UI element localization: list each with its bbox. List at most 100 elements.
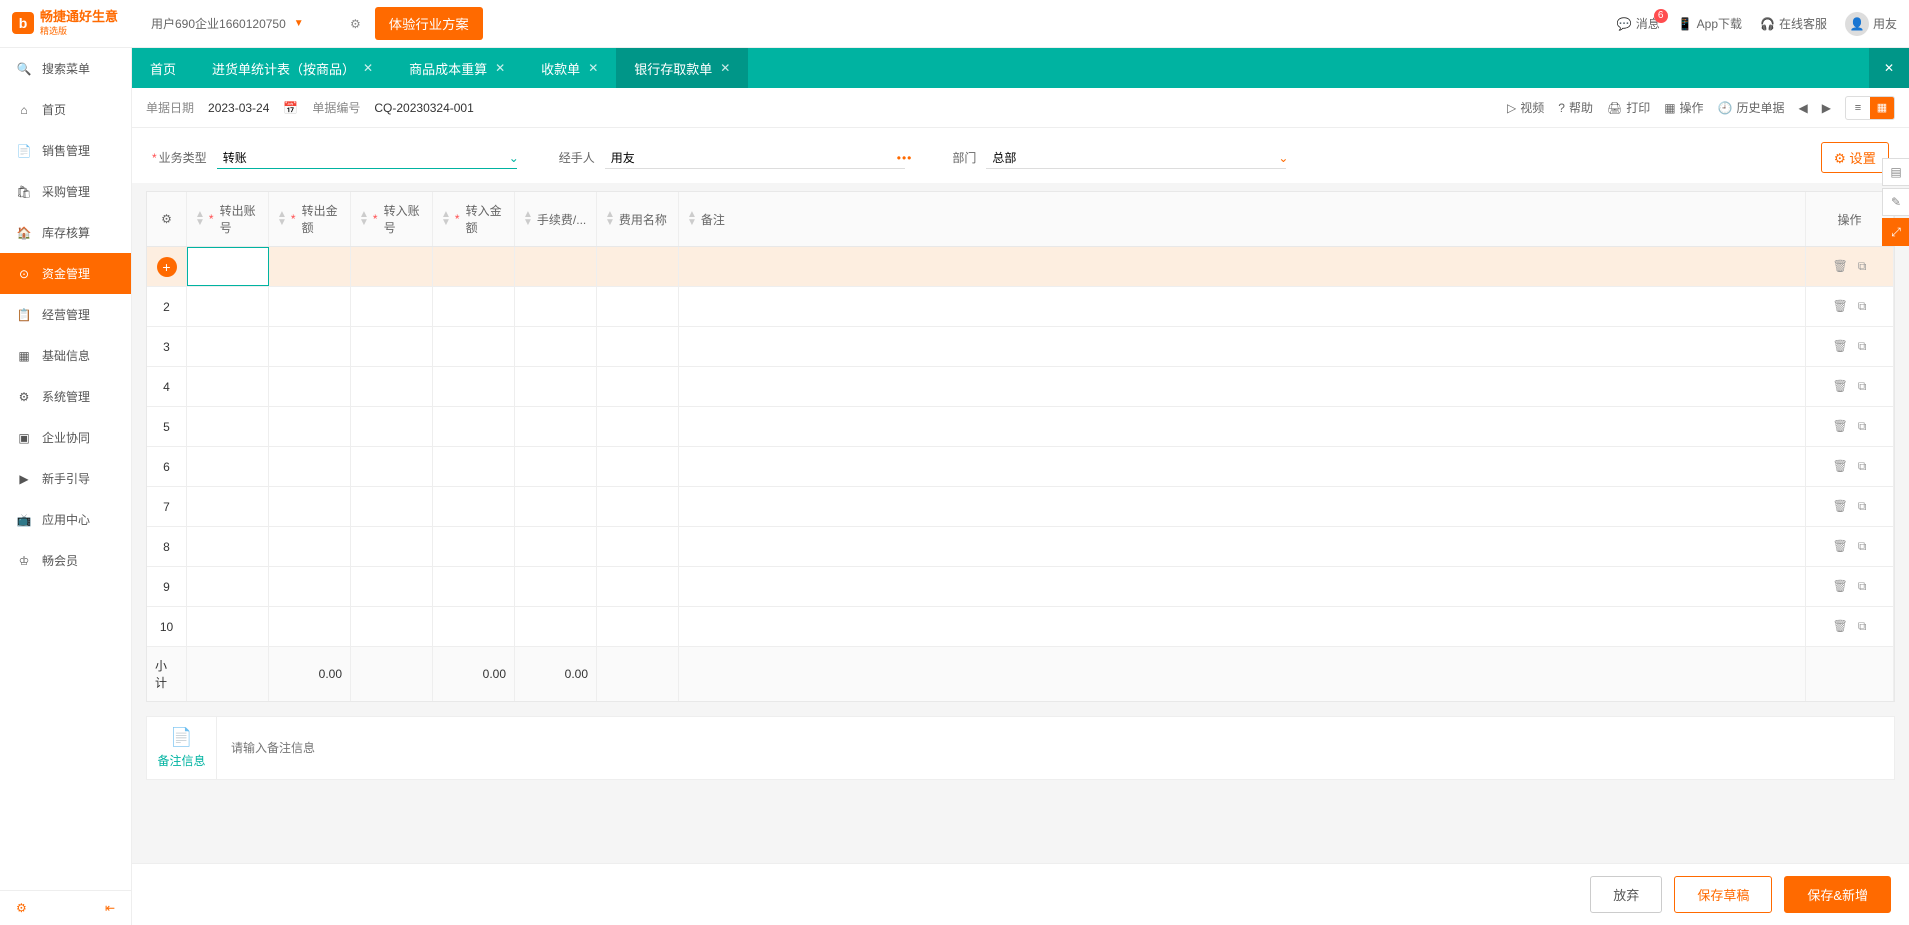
table-cell[interactable] — [433, 367, 515, 406]
sidebar-item-2[interactable]: 📄销售管理 — [0, 130, 131, 171]
table-cell[interactable] — [597, 527, 679, 566]
table-cell[interactable] — [597, 327, 679, 366]
table-cell[interactable] — [433, 407, 515, 446]
table-cell[interactable] — [515, 527, 597, 566]
table-cell[interactable] — [269, 287, 351, 326]
table-cell[interactable] — [187, 567, 269, 606]
industry-plan-button[interactable]: 体验行业方案 — [375, 7, 483, 40]
online-service-button[interactable]: 🎧 在线客服 — [1760, 15, 1827, 32]
copy-icon[interactable]: ⧉ — [1858, 579, 1867, 594]
table-cell[interactable] — [187, 287, 269, 326]
rail-item-2[interactable]: ✎ — [1882, 188, 1909, 216]
column-header-6[interactable]: ▲▼备注 — [679, 192, 1806, 246]
table-cell[interactable] — [351, 327, 433, 366]
column-header-5[interactable]: ▲▼费用名称 — [597, 192, 679, 246]
table-cell[interactable] — [515, 447, 597, 486]
table-cell[interactable] — [187, 447, 269, 486]
table-cell[interactable] — [187, 607, 269, 646]
table-row[interactable]: 4🗑⧉ — [147, 367, 1894, 407]
table-row[interactable]: 6🗑⧉ — [147, 447, 1894, 487]
sidebar-item-6[interactable]: 📋经营管理 — [0, 294, 131, 335]
column-header-3[interactable]: ▲▼*转入金额 — [433, 192, 515, 246]
more-icon[interactable]: ••• — [897, 151, 913, 165]
table-cell[interactable] — [679, 407, 1806, 446]
table-cell[interactable] — [433, 287, 515, 326]
table-cell[interactable] — [351, 527, 433, 566]
table-cell[interactable] — [187, 327, 269, 366]
delete-icon[interactable]: 🗑 — [1833, 299, 1848, 314]
app-download-button[interactable]: 📱 App下载 — [1678, 15, 1742, 32]
table-cell[interactable] — [597, 367, 679, 406]
table-cell[interactable] — [187, 527, 269, 566]
table-cell[interactable] — [351, 607, 433, 646]
column-header-4[interactable]: ▲▼手续费/... — [515, 192, 597, 246]
tab-3[interactable]: 收款单✕ — [523, 48, 616, 88]
table-row[interactable]: 9🗑⧉ — [147, 567, 1894, 607]
table-cell[interactable] — [679, 607, 1806, 646]
table-cell[interactable] — [433, 247, 515, 286]
table-cell[interactable] — [515, 487, 597, 526]
dept-input[interactable] — [986, 146, 1286, 169]
copy-icon[interactable]: ⧉ — [1858, 259, 1867, 274]
column-header-0[interactable]: ▲▼*转出账号 — [187, 192, 269, 246]
sidebar-item-0[interactable]: 🔍搜索菜单 — [0, 48, 131, 89]
delete-icon[interactable]: 🗑 — [1833, 459, 1848, 474]
rail-item-3[interactable]: ⤢ — [1882, 218, 1909, 246]
table-cell[interactable] — [597, 607, 679, 646]
close-icon[interactable]: ✕ — [720, 61, 730, 75]
delete-icon[interactable]: 🗑 — [1833, 499, 1848, 514]
delete-icon[interactable]: 🗑 — [1833, 579, 1848, 594]
table-cell[interactable] — [597, 407, 679, 446]
delete-icon[interactable]: 🗑 — [1833, 379, 1848, 394]
close-all-tabs-button[interactable]: ✕ — [1869, 48, 1909, 88]
table-cell[interactable] — [515, 367, 597, 406]
table-cell[interactable] — [187, 247, 269, 286]
table-cell[interactable] — [515, 247, 597, 286]
copy-icon[interactable]: ⧉ — [1858, 539, 1867, 554]
gear-icon[interactable]: ⚙ — [350, 17, 361, 31]
sidebar-item-3[interactable]: 🛍采购管理 — [0, 171, 131, 212]
delete-icon[interactable]: 🗑 — [1833, 619, 1848, 634]
table-cell[interactable] — [597, 447, 679, 486]
sidebar-item-12[interactable]: ♔畅会员 — [0, 540, 131, 581]
table-cell[interactable] — [433, 447, 515, 486]
chevron-down-icon[interactable]: ⌄ — [509, 151, 519, 165]
tenant-select[interactable]: 用户690企业1660120750 ▼ — [142, 10, 342, 37]
table-cell[interactable] — [269, 447, 351, 486]
table-cell[interactable] — [269, 487, 351, 526]
grid-view-icon[interactable]: ▦ — [1870, 97, 1894, 119]
gear-column[interactable]: ⚙ — [147, 192, 187, 246]
tab-0[interactable]: 首页 — [132, 48, 194, 88]
table-cell[interactable] — [679, 367, 1806, 406]
sidebar-item-5[interactable]: ⊙资金管理 — [0, 253, 131, 294]
user-menu[interactable]: 👤 用友 — [1845, 12, 1897, 36]
table-cell[interactable] — [679, 487, 1806, 526]
table-cell[interactable] — [269, 567, 351, 606]
delete-icon[interactable]: 🗑 — [1833, 539, 1848, 554]
table-cell[interactable] — [351, 407, 433, 446]
close-icon[interactable]: ✕ — [588, 61, 598, 75]
table-cell[interactable] — [269, 407, 351, 446]
table-row[interactable]: 7🗑⧉ — [147, 487, 1894, 527]
view-toggle[interactable]: ≡ ▦ — [1845, 96, 1895, 120]
discard-button[interactable]: 放弃 — [1590, 876, 1662, 913]
save-draft-button[interactable]: 保存草稿 — [1674, 876, 1772, 913]
table-cell[interactable] — [679, 567, 1806, 606]
close-icon[interactable]: ✕ — [363, 61, 373, 75]
copy-icon[interactable]: ⧉ — [1858, 299, 1867, 314]
copy-icon[interactable]: ⧉ — [1858, 459, 1867, 474]
table-cell[interactable] — [597, 287, 679, 326]
remark-input[interactable] — [217, 717, 1894, 779]
copy-icon[interactable]: ⧉ — [1858, 419, 1867, 434]
sidebar-item-8[interactable]: ⚙系统管理 — [0, 376, 131, 417]
settings-button[interactable]: ⚙ 设置 — [1821, 142, 1889, 173]
delete-icon[interactable]: 🗑 — [1833, 259, 1848, 274]
table-cell[interactable] — [597, 247, 679, 286]
copy-icon[interactable]: ⧉ — [1858, 339, 1867, 354]
doc-date-value[interactable]: 2023-03-24 — [208, 101, 269, 115]
table-cell[interactable] — [351, 567, 433, 606]
sidebar-item-9[interactable]: ▣企业协同 — [0, 417, 131, 458]
operate-link[interactable]: ▦ 操作 — [1664, 99, 1703, 116]
table-cell[interactable] — [515, 607, 597, 646]
sidebar-item-1[interactable]: ⌂首页 — [0, 89, 131, 130]
